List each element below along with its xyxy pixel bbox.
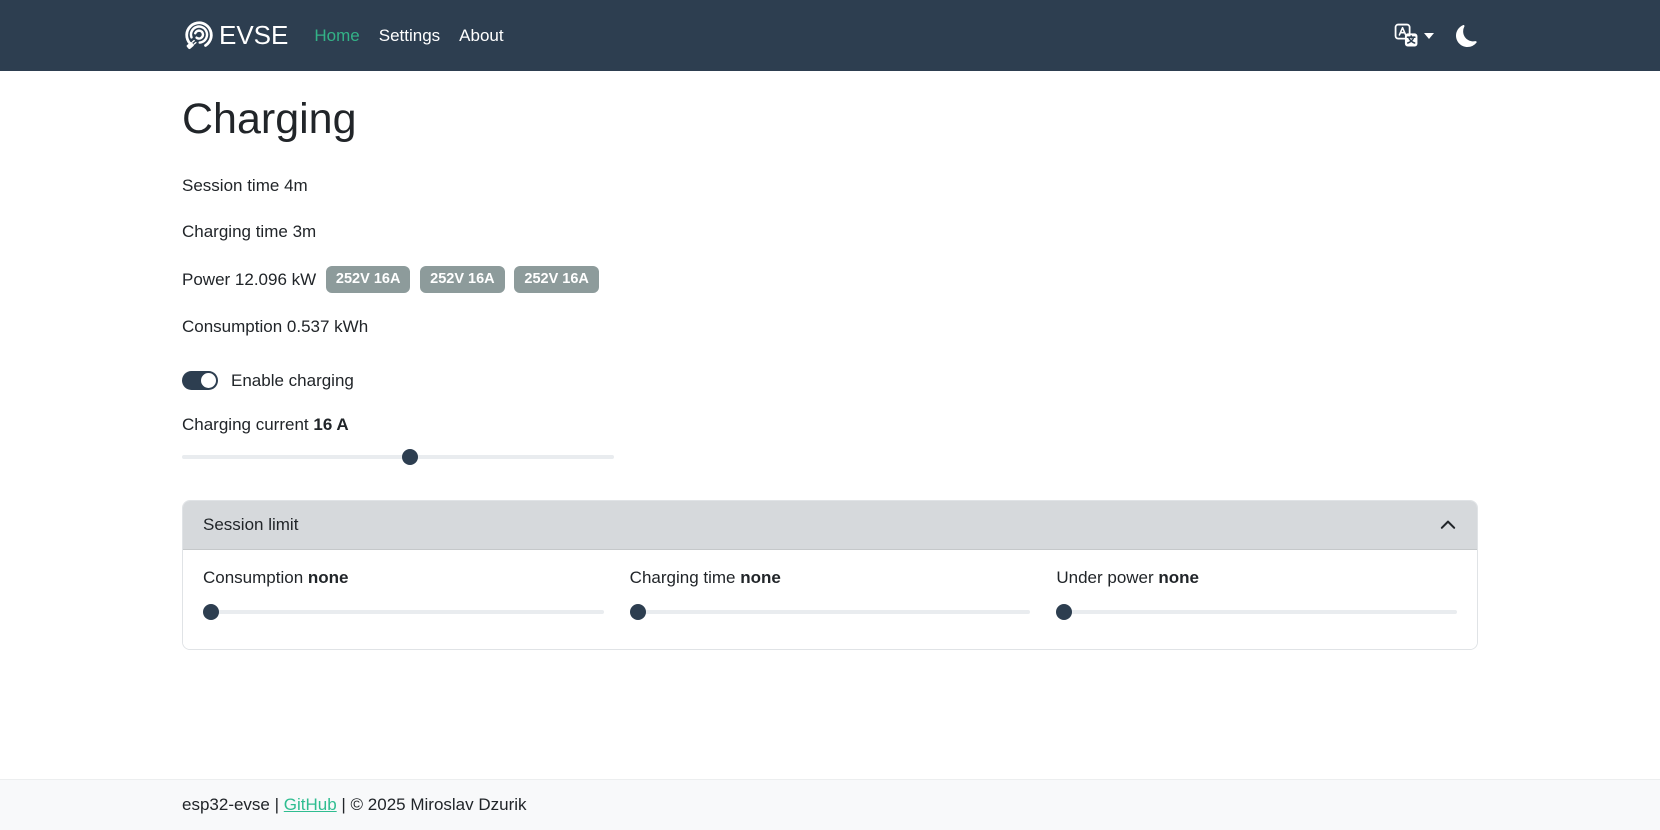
phase-badge-1: 252V 16A: [325, 266, 411, 293]
power-label: Power: [182, 270, 231, 289]
consumption-line: Consumption 0.537 kWh: [182, 315, 1478, 339]
consumption-value: 0.537 kWh: [286, 316, 369, 336]
session-time-label: Session time: [182, 176, 280, 195]
limit-charging-time-value: none: [740, 567, 781, 587]
charging-current-value: 16 A: [313, 414, 349, 434]
limit-charging-time-line: Charging time none: [630, 568, 1031, 588]
enable-charging-toggle[interactable]: [182, 371, 218, 390]
limit-under-power-value: none: [1158, 567, 1200, 587]
dropdown-caret-icon: [1424, 32, 1434, 39]
charging-time-line: Charging time 3m: [182, 220, 1478, 244]
nav-link-about[interactable]: About: [459, 26, 503, 46]
limit-charging-time-label: Charging time: [629, 567, 736, 587]
moon-icon: [1456, 24, 1478, 47]
language-dropdown[interactable]: [1394, 23, 1434, 48]
power-line: Power 12.096 kW 252V 16A 252V 16A 252V 1…: [182, 266, 1478, 293]
session-limit-header[interactable]: Session limit: [183, 500, 1477, 550]
charging-current-slider[interactable]: [182, 448, 614, 465]
brand-label: EVSE: [219, 20, 289, 50]
session-time-line: Session time 4m: [182, 174, 1478, 198]
footer-copyright: | © 2025 Miroslav Dzurik: [336, 795, 527, 814]
limit-under-power-label: Under power: [1056, 567, 1154, 587]
limit-consumption: Consumption none: [203, 568, 604, 625]
nav-links: Home Settings About: [314, 26, 503, 46]
evse-logo-icon: [182, 19, 216, 53]
power-value: 12.096 kW: [234, 270, 317, 289]
nav-link-home[interactable]: Home: [314, 26, 359, 46]
charging-time-label: Charging time: [182, 222, 288, 241]
phase-badge-2: 252V 16A: [420, 266, 505, 293]
session-time-value: 4m: [284, 176, 308, 195]
consumption-limit-slider[interactable]: [203, 603, 604, 620]
footer: esp32-evse | GitHub | © 2025 Miroslav Dz…: [0, 779, 1660, 830]
limit-consumption-line: Consumption none: [203, 568, 604, 588]
translate-icon: [1394, 23, 1419, 48]
main-content: Charging Session time 4m Charging time 3…: [170, 71, 1490, 650]
charging-time-value: 3m: [292, 222, 317, 241]
limit-consumption-value: none: [307, 567, 349, 587]
limit-charging-time: Charging time none: [629, 568, 1031, 625]
limit-under-power: Under power none: [1056, 568, 1458, 625]
nav-right: [1394, 23, 1478, 48]
navbar: EVSE Home Settings About: [0, 0, 1660, 71]
chevron-up-icon: [1439, 516, 1457, 534]
session-limit-title: Session limit: [203, 514, 299, 534]
nav-link-settings[interactable]: Settings: [379, 26, 440, 46]
dark-mode-toggle[interactable]: [1456, 24, 1478, 47]
charging-current-label: Charging current: [182, 414, 309, 434]
github-link[interactable]: GitHub: [284, 795, 337, 814]
under-power-limit-slider[interactable]: [1056, 603, 1458, 620]
page-title: Charging: [182, 95, 357, 143]
limit-under-power-line: Under power none: [1056, 568, 1457, 588]
brand[interactable]: EVSE: [182, 19, 288, 53]
charging-current-slider-wrap: [182, 448, 614, 470]
charging-current-line: Charging current 16 A: [182, 415, 1478, 435]
charging-time-limit-slider[interactable]: [629, 603, 1031, 620]
consumption-label: Consumption: [182, 316, 283, 336]
phase-badge-3: 252V 16A: [514, 266, 599, 293]
limit-consumption-label: Consumption: [203, 567, 304, 587]
enable-charging-row: Enable charging: [182, 371, 1478, 391]
session-limit-panel: Session limit Consumption none Charging …: [182, 499, 1478, 650]
footer-project: esp32-evse |: [182, 795, 284, 814]
enable-charging-label: Enable charging: [231, 370, 354, 390]
session-limit-body: Consumption none Charging time none Unde…: [183, 549, 1477, 649]
